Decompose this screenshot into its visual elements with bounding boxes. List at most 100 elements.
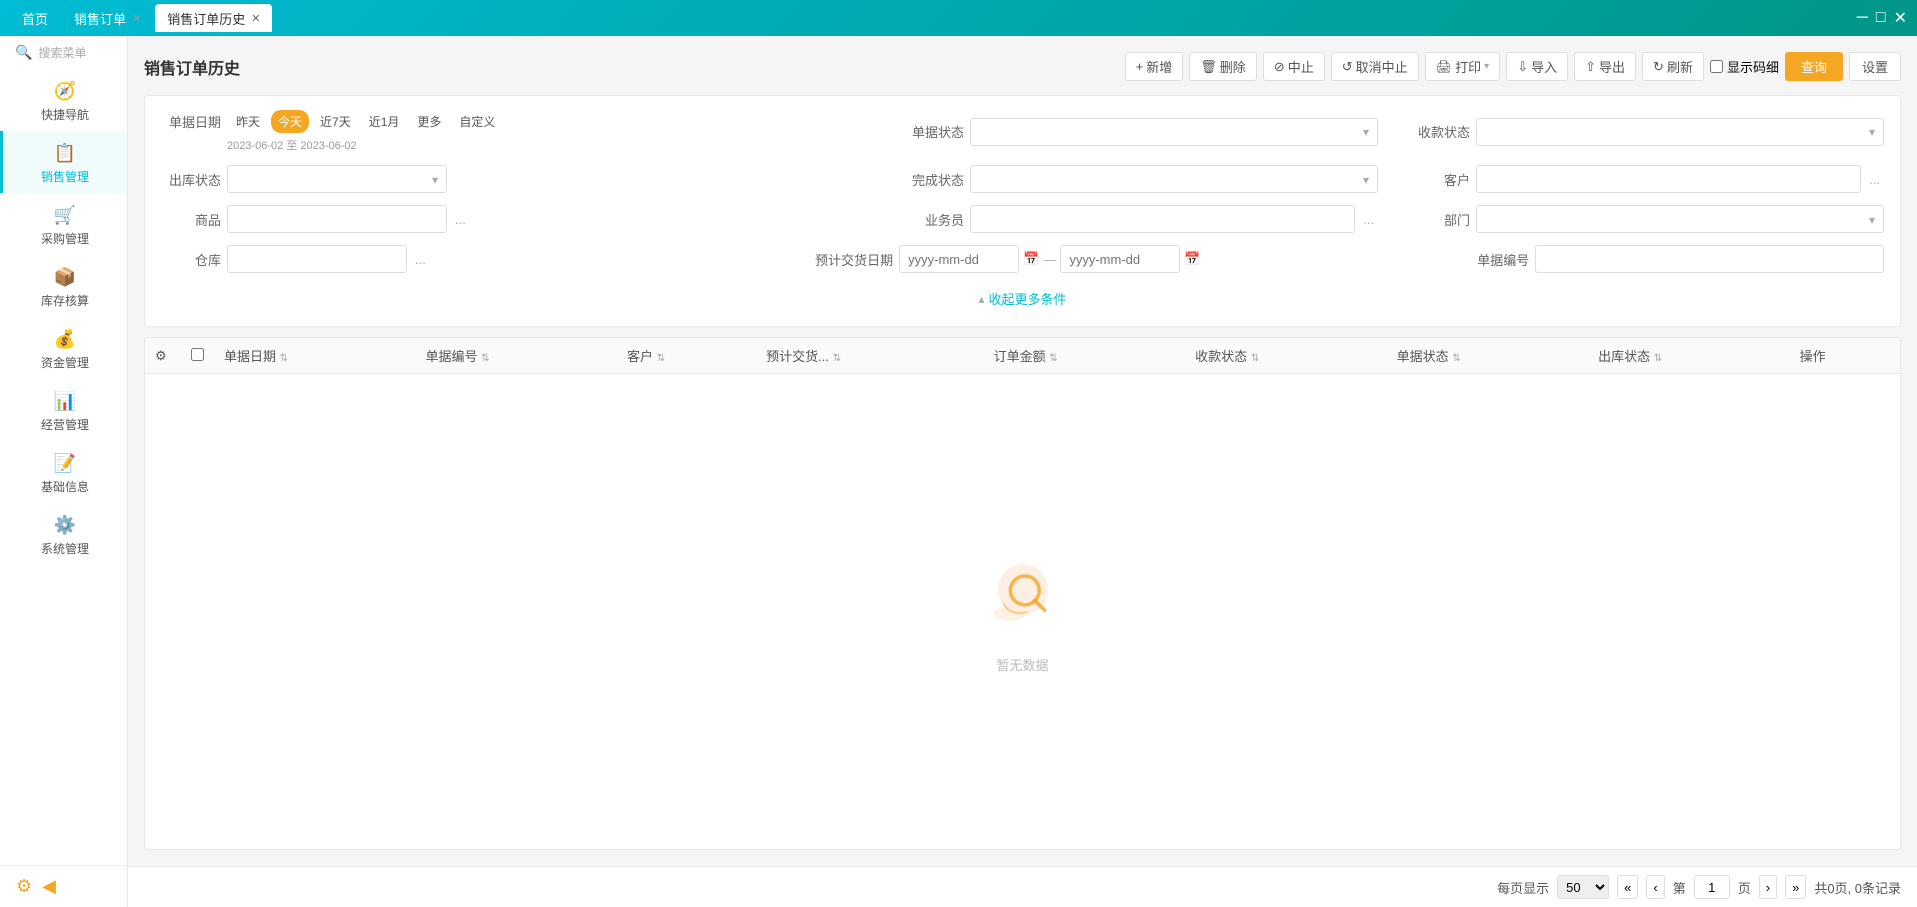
table-col-settings[interactable]: ⚙ bbox=[145, 338, 181, 374]
calendar-icon-2[interactable]: 📅 bbox=[1184, 251, 1200, 267]
cancel-stop-button[interactable]: ↺ 取消中止 bbox=[1331, 52, 1419, 81]
delivery-date-end[interactable] bbox=[1060, 245, 1180, 273]
sidebar-item-label: 系统管理 bbox=[41, 540, 89, 557]
order-no-input[interactable] bbox=[1535, 245, 1884, 273]
display-columns-text: 显示码细 bbox=[1727, 57, 1779, 76]
settings-button[interactable]: 设置 bbox=[1849, 52, 1901, 81]
first-page-button[interactable]: « bbox=[1617, 875, 1638, 899]
salesman-input[interactable] bbox=[970, 205, 1355, 233]
query-button[interactable]: 查询 bbox=[1785, 52, 1843, 81]
sidebar-item-purchase-mgmt[interactable]: 🛒 采购管理 bbox=[0, 193, 127, 255]
calendar-icon-1[interactable]: 📅 bbox=[1023, 251, 1039, 267]
warehouse-input[interactable] bbox=[227, 245, 407, 273]
tab-sales-order-label: 销售订单 bbox=[74, 9, 126, 28]
table-settings-icon[interactable]: ⚙ bbox=[155, 348, 167, 363]
sidebar-item-finance[interactable]: 💰 资金管理 bbox=[0, 317, 127, 379]
collapse-chevron bbox=[978, 291, 984, 306]
refresh-button[interactable]: ↻ 刷新 bbox=[1642, 52, 1704, 81]
sidebar-item-inventory[interactable]: 📦 库存核算 bbox=[0, 255, 127, 317]
stop-button[interactable]: ⊘ 中止 bbox=[1263, 52, 1325, 81]
sidebar-item-operations[interactable]: 📊 经营管理 bbox=[0, 379, 127, 441]
date-range: 2023-06-02 至 2023-06-02 bbox=[227, 137, 357, 153]
goods-ellipsis[interactable]: ... bbox=[451, 212, 470, 227]
display-columns-label[interactable]: 显示码细 bbox=[1710, 57, 1779, 76]
delivery-date-start[interactable] bbox=[899, 245, 1019, 273]
close-button[interactable]: ✕ bbox=[1894, 8, 1907, 28]
dept-select[interactable] bbox=[1476, 205, 1884, 233]
page-header: 销售订单历史 + 新增 🗑 删除 ⊘ 中止 ↺ bbox=[144, 52, 1901, 81]
sidebar-item-quick-nav[interactable]: 🧭 快捷导航 bbox=[0, 69, 127, 131]
out-storage-label: 出库状态 bbox=[161, 170, 221, 189]
goods-input[interactable] bbox=[227, 205, 447, 233]
table-col-date[interactable]: 单据日期 ⇅ bbox=[214, 338, 416, 374]
page-size-select[interactable]: 50 10 20 100 bbox=[1557, 875, 1609, 899]
export-button[interactable]: ⇧ 导出 bbox=[1574, 52, 1636, 81]
out-storage-select[interactable] bbox=[227, 165, 447, 193]
tab-sales-order-history-label: 销售订单历史 bbox=[167, 9, 245, 28]
print-button[interactable]: 🖨 打印 ▾ bbox=[1425, 52, 1501, 81]
purchase-mgmt-icon: 🛒 bbox=[54, 205, 76, 226]
sales-mgmt-icon: 📋 bbox=[54, 143, 76, 164]
sort-amount-icon: ⇅ bbox=[1049, 353, 1057, 364]
page-content: 销售订单历史 + 新增 🗑 删除 ⊘ 中止 ↺ bbox=[128, 36, 1917, 866]
tab-sales-order-history-close[interactable]: ✕ bbox=[251, 12, 260, 25]
date-btn-today[interactable]: 今天 bbox=[271, 110, 309, 133]
collapse-bar[interactable]: 收起更多条件 bbox=[161, 285, 1884, 312]
date-btn-1month[interactable]: 近1月 bbox=[362, 110, 407, 133]
delete-button[interactable]: 🗑 删除 bbox=[1189, 52, 1257, 81]
pagination-bar: 每页显示 50 10 20 100 « ‹ 第 页 › » 共0页, 0条记录 bbox=[128, 866, 1917, 907]
complete-select[interactable] bbox=[970, 165, 1378, 193]
sidebar-item-system[interactable]: ⚙️ 系统管理 bbox=[0, 503, 127, 565]
order-status-select[interactable] bbox=[970, 118, 1378, 146]
table-col-order-no[interactable]: 单据编号 ⇅ bbox=[416, 338, 618, 374]
warehouse-value: ... bbox=[227, 245, 783, 273]
table-select-all[interactable] bbox=[191, 348, 204, 361]
filter-out-storage: 出库状态 bbox=[161, 165, 872, 193]
sidebar-item-sales-mgmt[interactable]: 📋 销售管理 bbox=[0, 131, 127, 193]
table-col-out-storage[interactable]: 出库状态 ⇅ bbox=[1588, 338, 1790, 374]
customer-ellipsis[interactable]: ... bbox=[1865, 172, 1884, 187]
import-button[interactable]: ⇩ 导入 bbox=[1506, 52, 1568, 81]
table-col-expected-delivery[interactable]: 预计交货... ⇅ bbox=[756, 338, 983, 374]
tab-sales-order-close[interactable]: ✕ bbox=[132, 12, 141, 25]
next-page-button[interactable]: › bbox=[1759, 875, 1777, 899]
date-btn-yesterday[interactable]: 昨天 bbox=[229, 110, 267, 133]
tab-sales-order[interactable]: 销售订单 ✕ bbox=[62, 4, 153, 32]
sort-order-no-icon: ⇅ bbox=[481, 353, 489, 364]
date-btn-more[interactable]: 更多 bbox=[410, 110, 448, 133]
collapse-icon[interactable]: ◀ bbox=[42, 876, 56, 897]
filter-expected-delivery: 预计交货日期 📅 — 📅 bbox=[815, 245, 1437, 273]
delete-icon: 🗑 bbox=[1200, 59, 1217, 75]
customer-input[interactable] bbox=[1476, 165, 1861, 193]
page-input[interactable] bbox=[1694, 875, 1730, 899]
salesman-label: 业务员 bbox=[904, 210, 964, 229]
filter-row-4: 仓库 ... 预计交货日期 📅 — bbox=[161, 245, 1884, 273]
prev-page-button[interactable]: ‹ bbox=[1646, 875, 1664, 899]
filter-warehouse: 仓库 ... bbox=[161, 245, 783, 273]
pay-status-label: 收款状态 bbox=[1410, 122, 1470, 141]
date-btn-custom[interactable]: 自定义 bbox=[452, 110, 502, 133]
table-col-checkbox[interactable] bbox=[181, 338, 214, 374]
table-col-pay-status[interactable]: 收款状态 ⇅ bbox=[1185, 338, 1387, 374]
settings-bottom-icon[interactable]: ⚙ bbox=[16, 876, 32, 897]
warehouse-ellipsis[interactable]: ... bbox=[411, 252, 430, 267]
sidebar-item-base-info[interactable]: 📝 基础信息 bbox=[0, 441, 127, 503]
table-col-amount[interactable]: 订单金额 ⇅ bbox=[984, 338, 1186, 374]
sidebar-search[interactable]: 🔍 搜索菜单 bbox=[0, 36, 127, 69]
pay-status-select[interactable] bbox=[1476, 118, 1884, 146]
display-columns-checkbox[interactable] bbox=[1710, 60, 1723, 73]
table-col-order-status[interactable]: 单据状态 ⇅ bbox=[1387, 338, 1589, 374]
new-button[interactable]: + 新增 bbox=[1125, 52, 1184, 81]
next-page-icon: › bbox=[1766, 880, 1770, 895]
tab-sales-order-history[interactable]: 销售订单历史 ✕ bbox=[155, 4, 272, 32]
last-page-button[interactable]: » bbox=[1785, 875, 1806, 899]
tab-home[interactable]: 首页 bbox=[10, 4, 60, 32]
minimize-button[interactable]: ─ bbox=[1857, 9, 1868, 27]
new-label: 新增 bbox=[1146, 57, 1172, 76]
sort-date-icon: ⇅ bbox=[280, 353, 288, 364]
table-col-customer[interactable]: 客户 ⇅ bbox=[617, 338, 756, 374]
salesman-ellipsis[interactable]: ... bbox=[1359, 212, 1378, 227]
dept-value bbox=[1476, 205, 1884, 233]
maximize-button[interactable]: □ bbox=[1876, 9, 1886, 27]
date-btn-7days[interactable]: 近7天 bbox=[313, 110, 358, 133]
